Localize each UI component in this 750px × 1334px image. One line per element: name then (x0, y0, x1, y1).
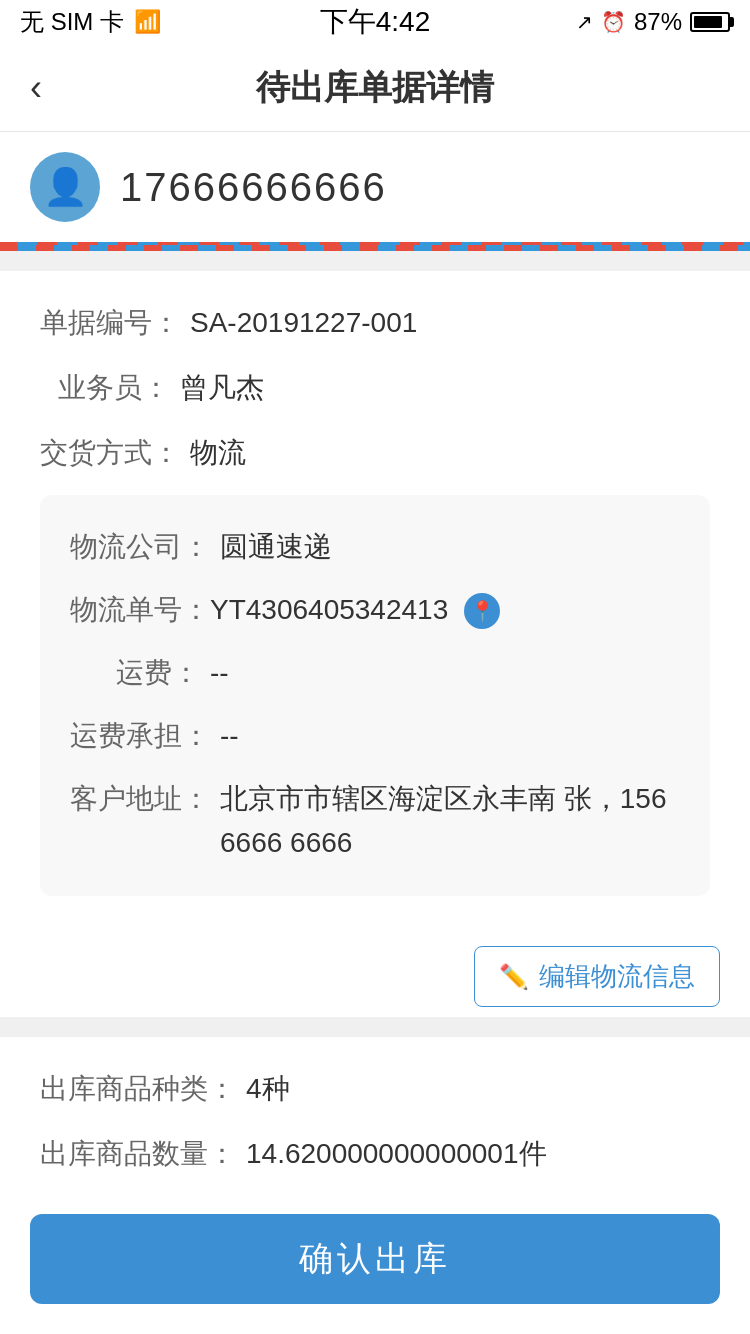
stock-quantity-label: 出库商品数量： (40, 1132, 236, 1177)
status-left: 无 SIM 卡 📶 (20, 6, 161, 38)
freight-bearer-label: 运费承担： (70, 714, 210, 759)
edit-logistics-label: 编辑物流信息 (539, 959, 695, 994)
edit-btn-row: ✏️ 编辑物流信息 (0, 926, 750, 1017)
delivery-value: 物流 (190, 431, 710, 476)
doc-number-row: 单据编号： SA-20191227-001 (40, 301, 710, 346)
user-phone: 17666666666 (120, 165, 387, 210)
logistics-company-label: 物流公司： (70, 525, 210, 570)
battery-fill (694, 16, 722, 28)
sales-person-row: 业务员： 曾凡杰 (40, 366, 710, 411)
stock-quantity-row: 出库商品数量： 14.620000000000001件 (40, 1132, 710, 1177)
page-title: 待出库单据详情 (256, 65, 494, 111)
delivery-row: 交货方式： 物流 (40, 431, 710, 476)
sales-person-value: 曾凡杰 (180, 366, 710, 411)
delivery-label: 交货方式： (40, 431, 180, 476)
stock-section: 出库商品种类： 4种 出库商品数量： 14.620000000000001件 (0, 1037, 750, 1207)
stock-types-row: 出库商品种类： 4种 (40, 1067, 710, 1112)
edit-icon: ✏️ (499, 963, 529, 991)
address-row: 客户地址： 北京市市辖区海淀区永丰南 张，156 6666 6666 (70, 777, 680, 867)
freight-bearer-value: -- (220, 714, 680, 759)
back-button[interactable]: ‹ (30, 67, 42, 109)
stock-types-label: 出库商品种类： (40, 1067, 236, 1112)
confirm-outbound-button[interactable]: 确认出库 (30, 1214, 720, 1304)
tracking-label: 物流单号： (70, 588, 210, 633)
pin-icon: 📍 (470, 595, 495, 627)
logistics-company-value: 圆通速递 (220, 525, 680, 570)
edit-logistics-button[interactable]: ✏️ 编辑物流信息 (474, 946, 720, 1007)
doc-number-label: 单据编号： (40, 301, 180, 346)
battery-text: 87% (634, 8, 682, 36)
tracking-row: 物流单号： YT4306405342413 📍 (70, 588, 680, 633)
freight-value: -- (210, 651, 680, 696)
battery-indicator (690, 12, 730, 32)
status-time: 下午4:42 (320, 3, 431, 41)
wifi-icon: 📶 (134, 9, 161, 35)
location-icon[interactable]: 📍 (464, 593, 500, 629)
gray-divider-1 (0, 1017, 750, 1037)
nav-bar: ‹ 待出库单据详情 (0, 44, 750, 132)
carrier-text: 无 SIM 卡 (20, 6, 124, 38)
address-value: 北京市市辖区海淀区永丰南 张，156 6666 6666 (220, 777, 680, 867)
avatar: 👤 (30, 152, 100, 222)
sales-person-label: 业务员： (40, 366, 170, 411)
stock-quantity-value: 14.620000000000001件 (246, 1132, 547, 1177)
logistics-company-row: 物流公司： 圆通速递 (70, 525, 680, 570)
avatar-icon: 👤 (43, 166, 88, 208)
address-label: 客户地址： (70, 777, 210, 822)
freight-row: 运费： -- (70, 651, 680, 696)
basic-info-section: 单据编号： SA-20191227-001 业务员： 曾凡杰 交货方式： 物流 … (0, 271, 750, 926)
doc-number-value: SA-20191227-001 (190, 301, 710, 346)
logistics-card: 物流公司： 圆通速递 物流单号： YT4306405342413 📍 运费： -… (40, 495, 710, 896)
confirm-btn-container: 确认出库 (0, 1198, 750, 1334)
alarm-icon: ⏰ (601, 10, 626, 34)
location-service-icon: ↗ (576, 10, 593, 34)
status-bar: 无 SIM 卡 📶 下午4:42 ↗ ⏰ 87% (0, 0, 750, 44)
freight-bearer-row: 运费承担： -- (70, 714, 680, 759)
freight-label: 运费： (70, 651, 200, 696)
stock-types-value: 4种 (246, 1067, 290, 1112)
status-right: ↗ ⏰ 87% (576, 8, 730, 36)
dashed-divider (0, 245, 750, 251)
tracking-number-row: YT4306405342413 📍 (210, 588, 500, 633)
user-header: 👤 17666666666 (0, 132, 750, 245)
tracking-number: YT4306405342413 (210, 588, 448, 633)
